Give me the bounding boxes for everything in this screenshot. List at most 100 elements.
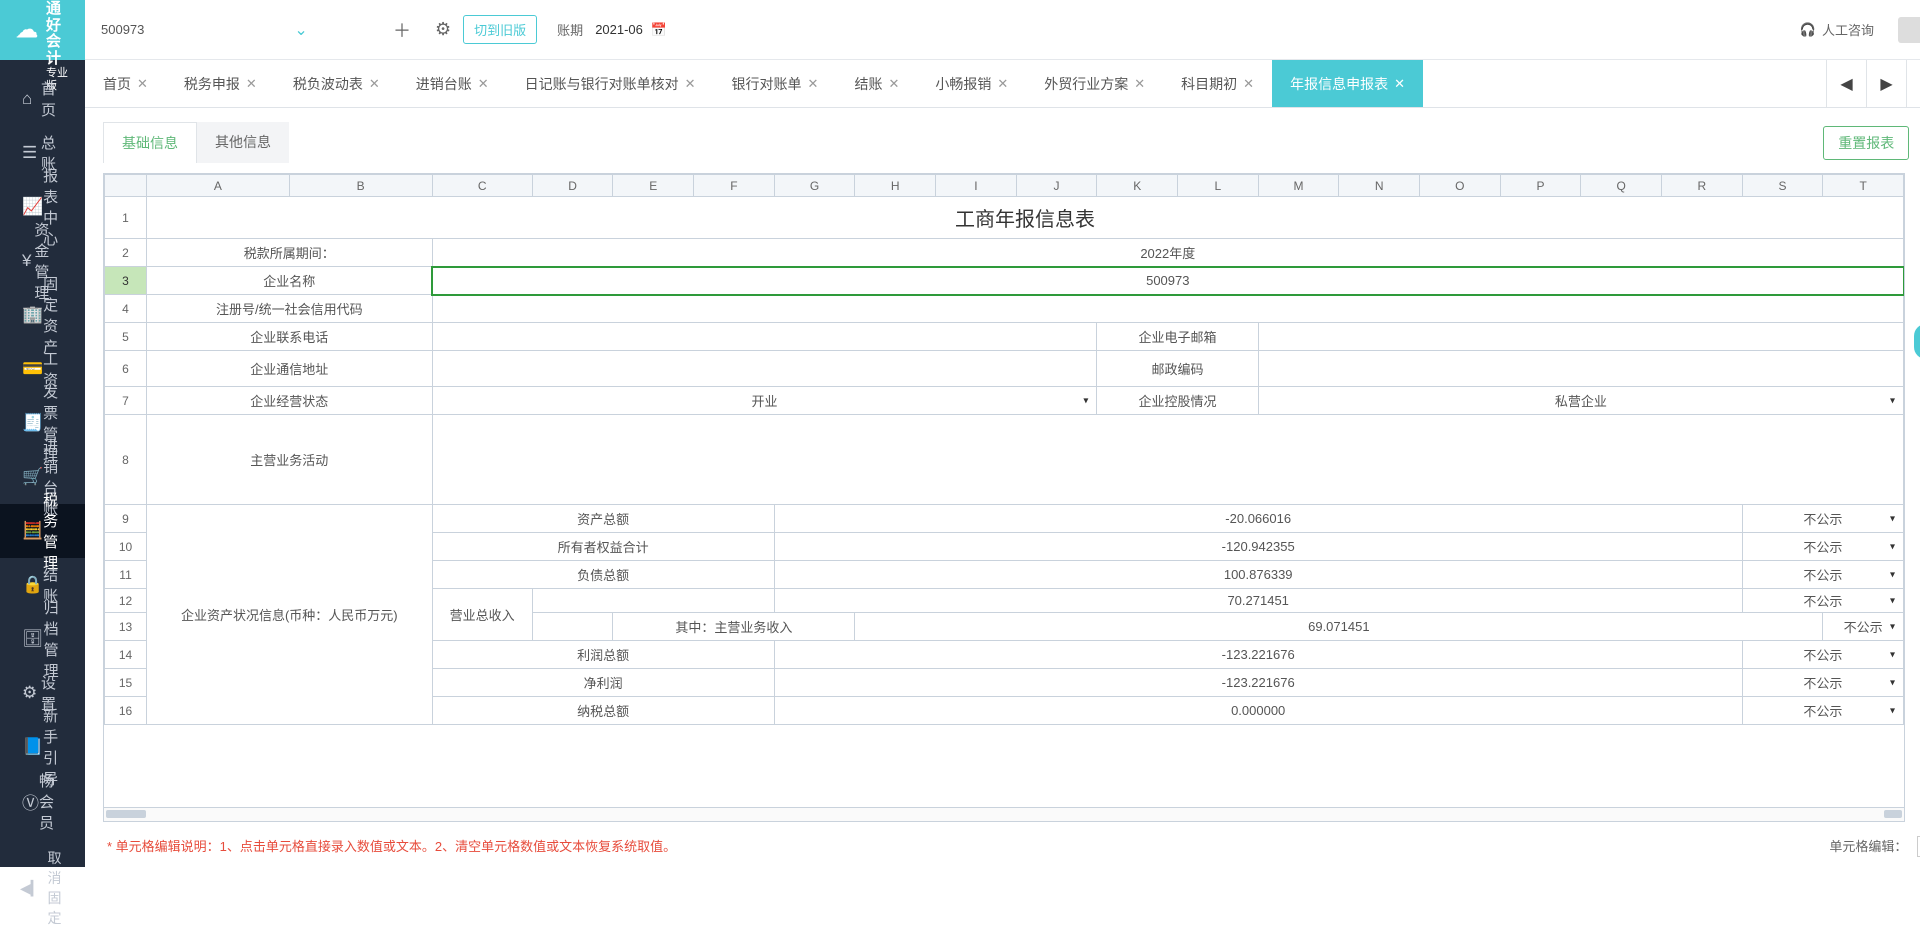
- col-header-J[interactable]: J: [1016, 175, 1097, 197]
- row-header-13[interactable]: 13: [105, 613, 147, 641]
- close-icon[interactable]: ✕: [808, 76, 819, 92]
- tab-prev-button[interactable]: ◀: [1827, 60, 1867, 107]
- col-header-O[interactable]: O: [1420, 175, 1501, 197]
- year-2024年[interactable]: 2024年: [1914, 480, 1920, 515]
- detail-value-16[interactable]: 0.000000: [774, 697, 1742, 725]
- col-header-G[interactable]: G: [774, 175, 855, 197]
- zip-label[interactable]: 邮政编码: [1097, 351, 1258, 387]
- detail-pub-15[interactable]: 不公示: [1742, 669, 1903, 697]
- row-header-7[interactable]: 7: [105, 387, 147, 415]
- detail-value-12[interactable]: 70.271451: [774, 589, 1742, 613]
- row-header-6[interactable]: 6: [105, 351, 147, 387]
- detail-pub-9[interactable]: 不公示: [1742, 505, 1903, 533]
- old-version-button[interactable]: 切到旧版: [463, 15, 537, 44]
- tab-1[interactable]: 税务申报✕: [166, 60, 275, 107]
- year-2020年[interactable]: 2020年: [1914, 324, 1920, 359]
- detail-value-15[interactable]: -123.221676: [774, 669, 1742, 697]
- col-header-L[interactable]: L: [1178, 175, 1259, 197]
- row-header-15[interactable]: 15: [105, 669, 147, 697]
- year-2018年[interactable]: 2018年: [1914, 246, 1920, 281]
- close-icon[interactable]: ✕: [369, 76, 380, 92]
- row-header-2[interactable]: 2: [105, 239, 147, 267]
- reset-report-button[interactable]: 重置报表: [1823, 126, 1909, 160]
- close-icon[interactable]: ✕: [137, 76, 148, 92]
- detail-pub-10[interactable]: 不公示: [1742, 533, 1903, 561]
- tab-close-button[interactable]: ✕: [1907, 60, 1920, 107]
- year-2019年[interactable]: 2019年: [1914, 285, 1920, 320]
- detail-label-10[interactable]: 所有者权益合计: [432, 533, 774, 561]
- close-icon[interactable]: ✕: [997, 76, 1008, 92]
- detail-pub-13[interactable]: 不公示: [1823, 613, 1904, 641]
- period-label-cell[interactable]: 税款所属期间：: [147, 239, 433, 267]
- tab-next-button[interactable]: ▶: [1867, 60, 1907, 107]
- detail-label-13[interactable]: [532, 613, 613, 641]
- subtab-0[interactable]: 基础信息: [103, 122, 197, 163]
- reg-code-value[interactable]: [432, 295, 1903, 323]
- close-icon[interactable]: ✕: [685, 76, 696, 92]
- detail-value-9[interactable]: -20.066016: [774, 505, 1742, 533]
- tab-2[interactable]: 税负波动表✕: [275, 60, 398, 107]
- row-header-16[interactable]: 16: [105, 697, 147, 725]
- year-2025年[interactable]: 2025年: [1914, 519, 1920, 554]
- col-header-S[interactable]: S: [1742, 175, 1823, 197]
- horizontal-scrollbar[interactable]: [103, 808, 1905, 822]
- detail-label-15[interactable]: 净利润: [432, 669, 774, 697]
- phone-label[interactable]: 企业联系电话: [147, 323, 433, 351]
- detail-label-12[interactable]: 营业总收入: [432, 589, 532, 641]
- email-label[interactable]: 企业电子邮箱: [1097, 323, 1258, 351]
- col-header-N[interactable]: N: [1339, 175, 1420, 197]
- detail-pub-14[interactable]: 不公示: [1742, 641, 1903, 669]
- col-header-Q[interactable]: Q: [1581, 175, 1662, 197]
- detail-pub-16[interactable]: 不公示: [1742, 697, 1903, 725]
- account-select[interactable]: 500973 ⌄: [101, 20, 381, 40]
- nav-item-0[interactable]: ⌂首页: [0, 72, 85, 126]
- year-2021年[interactable]: 2021年: [1914, 363, 1920, 398]
- row-header-5[interactable]: 5: [105, 323, 147, 351]
- asset-group-label[interactable]: 企业资产状况信息(币种：人民币万元): [147, 505, 433, 725]
- addr-label[interactable]: 企业通信地址: [147, 351, 433, 387]
- sheet-title[interactable]: 工商年报信息表: [147, 197, 1904, 239]
- col-header-I[interactable]: I: [936, 175, 1017, 197]
- col-header-B[interactable]: B: [289, 175, 432, 197]
- row-header-3[interactable]: 3: [105, 267, 147, 295]
- close-icon[interactable]: ✕: [888, 76, 899, 92]
- col-header-A[interactable]: A: [147, 175, 290, 197]
- user-menu[interactable]: 徐泽华: [1898, 17, 1920, 43]
- main-biz-label[interactable]: 主营业务活动: [147, 415, 433, 505]
- main-biz-value[interactable]: [432, 415, 1903, 505]
- detail-sub-12[interactable]: [532, 589, 774, 613]
- col-header-H[interactable]: H: [855, 175, 936, 197]
- zip-value[interactable]: [1258, 351, 1903, 387]
- addr-value[interactable]: [432, 351, 1097, 387]
- col-header-K[interactable]: K: [1097, 175, 1178, 197]
- close-icon[interactable]: ✕: [1394, 76, 1405, 92]
- close-icon[interactable]: ✕: [1243, 76, 1254, 92]
- tab-5[interactable]: 银行对账单✕: [714, 60, 837, 107]
- tab-4[interactable]: 日记账与银行对账单核对✕: [507, 60, 714, 107]
- year-2026年[interactable]: 2026年: [1914, 558, 1920, 593]
- col-header-T[interactable]: T: [1823, 175, 1904, 197]
- row-header-9[interactable]: 9: [105, 505, 147, 533]
- row-header-8[interactable]: 8: [105, 415, 147, 505]
- detail-value-13[interactable]: 69.071451: [855, 613, 1823, 641]
- detail-sub-13[interactable]: 其中：主营业务收入: [613, 613, 855, 641]
- close-icon[interactable]: ✕: [478, 76, 489, 92]
- tab-0[interactable]: 首页✕: [85, 60, 166, 107]
- row-header-14[interactable]: 14: [105, 641, 147, 669]
- year-2022年[interactable]: 2022年: [1914, 402, 1920, 437]
- spreadsheet[interactable]: ABCDEFGHIJKLMNOPQRST 1工商年报信息表2税款所属期间：202…: [103, 173, 1905, 808]
- calendar-icon[interactable]: 📅: [651, 22, 667, 38]
- nav-item-9[interactable]: 🔒结账: [0, 558, 85, 612]
- col-header-P[interactable]: P: [1500, 175, 1581, 197]
- tab-6[interactable]: 结账✕: [836, 60, 917, 107]
- reg-code-label[interactable]: 注册号/统一社会信用代码: [147, 295, 433, 323]
- grid-corner[interactable]: [105, 175, 147, 197]
- tab-8[interactable]: 外贸行业方案✕: [1026, 60, 1163, 107]
- tab-3[interactable]: 进销台账✕: [398, 60, 507, 107]
- close-icon[interactable]: ✕: [1134, 76, 1145, 92]
- col-header-R[interactable]: R: [1661, 175, 1742, 197]
- nav-item-4[interactable]: 🏢固定资产: [0, 288, 85, 342]
- detail-pub-12[interactable]: 不公示: [1742, 589, 1903, 613]
- holding-label[interactable]: 企业控股情况: [1097, 387, 1258, 415]
- tab-9[interactable]: 科目期初✕: [1163, 60, 1272, 107]
